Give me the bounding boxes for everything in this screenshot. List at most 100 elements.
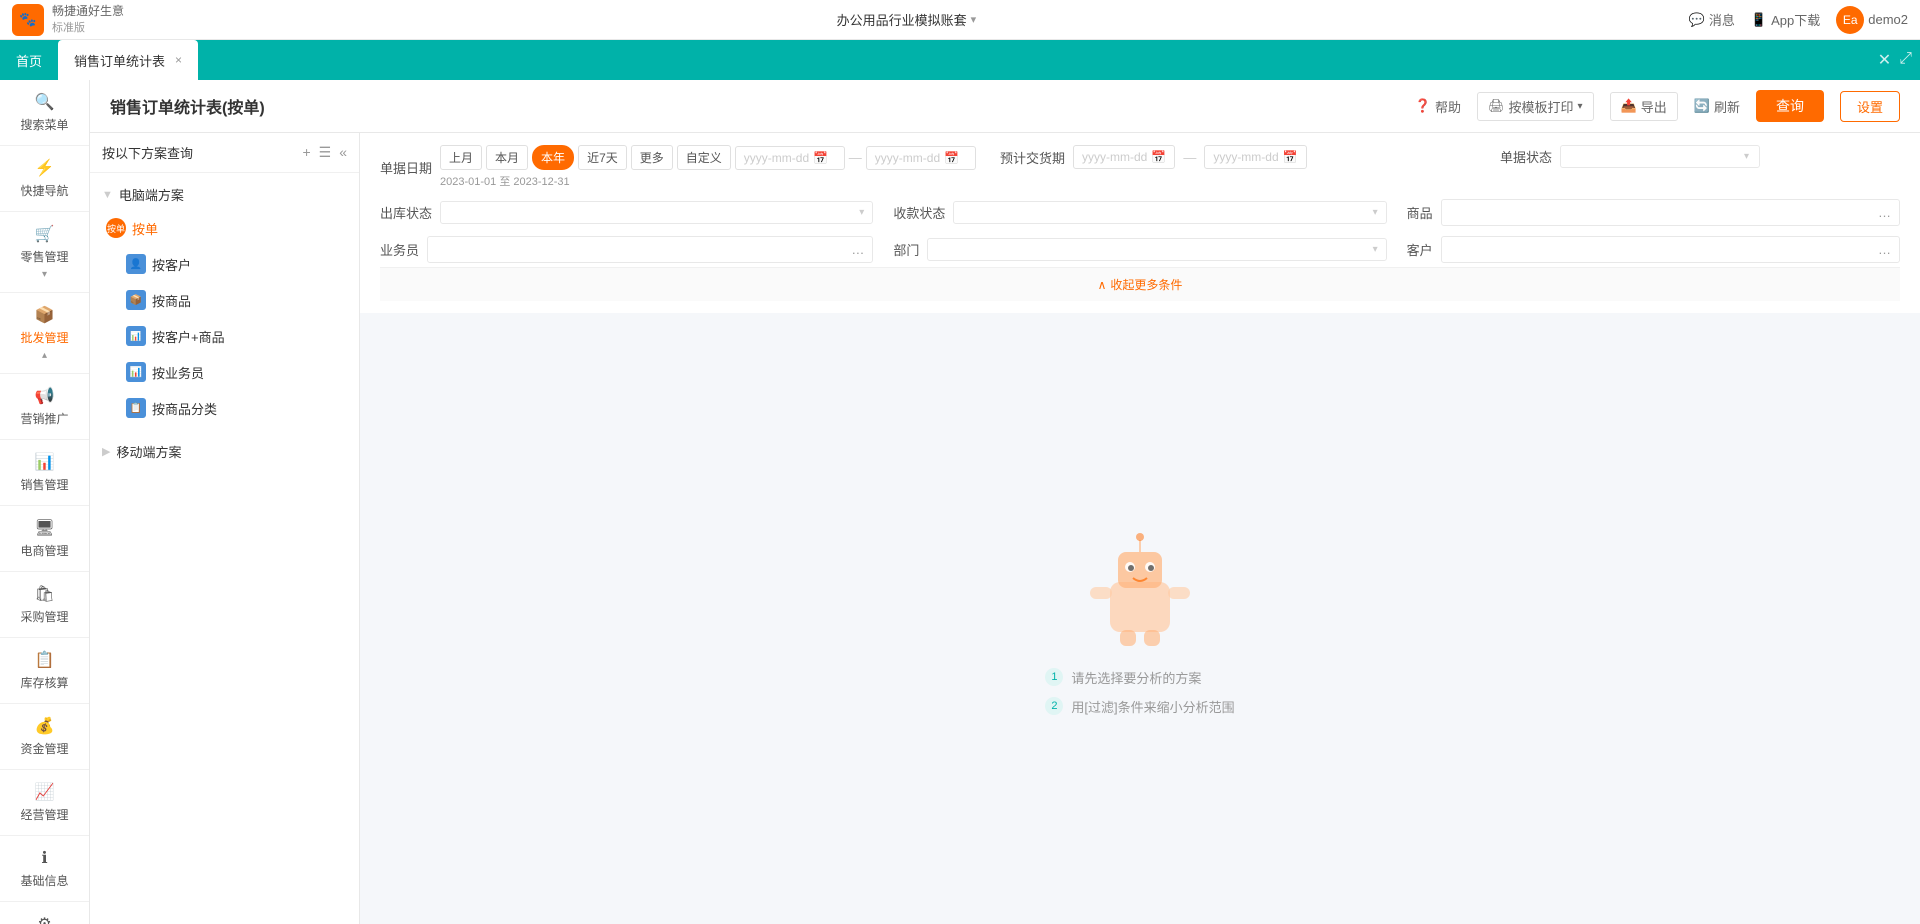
sidebar-item-quicknav[interactable]: ⚡ 快捷导航 [0,146,89,212]
tree-section-desktop: ▼ 电脑端方案 按单 按单 👤 按客户 📦 按商品 [90,173,359,432]
salesman-select[interactable]: … [427,236,873,263]
date-custom-btn[interactable]: 自定义 [677,145,731,170]
right-area: 单据日期 上月 本月 本年 近7天 更多 自定义 [360,133,1920,924]
export-button[interactable]: 📤 导出 [1610,92,1678,121]
tab-sales-order[interactable]: 销售订单统计表 × [58,40,198,80]
tree-item-by-salesman[interactable]: 📊 按业务员 [90,354,359,390]
customer-ellipsis-icon[interactable]: … [1878,242,1891,257]
sidebar-item-sales[interactable]: 📊 销售管理 [0,440,89,506]
tree-item-by-order[interactable]: 按单 按单 [90,210,359,246]
menu-scheme-icon[interactable]: ☰ [319,144,332,161]
tree-item-by-category[interactable]: 📋 按商品分类 [90,390,359,426]
goods-group: 商品 … [1407,199,1900,226]
tree-mobile-expand-icon[interactable]: ▶ [102,445,110,458]
help-button[interactable]: ❓ 帮助 [1415,97,1461,116]
salesman-ellipsis-icon[interactable]: … [851,242,864,257]
sidebar-finance-label: 资金管理 [20,740,68,757]
out-status-select[interactable]: ▾ [440,201,873,224]
brand-sub: 标准版 [52,19,124,35]
tab-bar-actions: ✕ ⤢ [1878,50,1920,70]
sidebar-item-basic-info[interactable]: ℹ 基础信息 [0,836,89,902]
sidebar-item-retail[interactable]: 🛒 零售管理 ▾ [0,212,89,293]
top-center-title[interactable]: 办公用品行业模拟账套 ▾ [837,10,977,29]
exp-from-cal-icon[interactable]: 📅 [1151,150,1166,164]
mobile-section-label: 移动端方案 [116,442,181,461]
download-icon: 📱 [1751,12,1767,28]
tree-item-by-customer-goods[interactable]: 📊 按客户+商品 [90,318,359,354]
expected-date-from-input[interactable]: yyyy-mm-dd 📅 [1073,145,1175,169]
setting-button[interactable]: 设置 [1840,91,1900,122]
date-last-month-btn[interactable]: 上月 [440,145,482,170]
tree-group-desktop: ▼ 电脑端方案 [90,179,359,210]
date-7days-btn[interactable]: 近7天 [578,145,627,170]
date-more-btn[interactable]: 更多 [631,145,673,170]
goods-select[interactable]: … [1441,199,1900,226]
message-button[interactable]: 💬 消息 [1689,10,1735,29]
filter-docstatus-group: 单据状态 ▾ [1500,145,1900,168]
sidebar-item-system[interactable]: ⚙ 系统管理 [0,902,89,924]
export-icon: 📤 [1621,98,1637,114]
date-from-calendar-icon[interactable]: 📅 [813,151,828,165]
filter-row-2: 出库状态 ▾ 收款状态 ▾ [380,199,1900,226]
sidebar-item-search[interactable]: 🔍 搜索菜单 [0,80,89,146]
dept-select[interactable]: ▾ [927,238,1386,261]
filter-expected-date-group: 预计交货期 yyyy-mm-dd 📅 — yyyy-mm-dd 📅 [1000,145,1480,169]
tree-customer-icon: 👤 [126,254,146,274]
date-this-month-btn[interactable]: 本月 [486,145,528,170]
collapse-panel-icon[interactable]: « [339,144,347,161]
add-scheme-icon[interactable]: + [302,144,310,161]
expected-date-to-input[interactable]: yyyy-mm-dd 📅 [1204,145,1306,169]
empty-illustration [1070,522,1210,652]
exp-to-cal-icon[interactable]: 📅 [1283,150,1298,164]
print-icon: 🖨 [1488,98,1505,114]
sidebar-item-purchase[interactable]: 🛍 采购管理 [0,572,89,638]
filter-date-group: 单据日期 上月 本月 本年 近7天 更多 自定义 [380,145,980,189]
tree-salesman-icon: 📊 [126,362,146,382]
sidebar-sales-label: 销售管理 [20,476,68,493]
tab-close-icon[interactable]: × [175,53,182,67]
sidebar-item-wholesale[interactable]: 📦 批发管理 ▴ [0,293,89,374]
date-to-calendar-icon[interactable]: 📅 [944,151,959,165]
avatar-text: Ea [1843,13,1858,27]
doc-status-select[interactable]: ▾ [1560,145,1760,168]
sidebar-item-finance[interactable]: 💰 资金管理 [0,704,89,770]
window-expand-icon[interactable]: ⤢ [1899,50,1912,70]
print-arrow-icon: ▾ [1578,101,1583,112]
sidebar-item-inventory[interactable]: 📋 库存核算 [0,638,89,704]
filter-row-3: 业务员 … 部门 ▾ [380,236,1900,263]
user-menu[interactable]: Ea demo2 [1836,6,1908,34]
window-close-icon[interactable]: ✕ [1878,50,1891,70]
sidebar-item-ecommerce[interactable]: 🖥 电商管理 [0,506,89,572]
tree-customer-label: 按客户 [152,255,191,274]
date-this-year-btn[interactable]: 本年 [532,145,574,170]
marketing-icon: 📢 [35,386,55,406]
pay-status-group: 收款状态 ▾ [893,201,1386,224]
panel-header-icons: + ☰ « [302,144,347,161]
query-button[interactable]: 查询 [1756,90,1824,122]
left-panel: 按以下方案查询 + ☰ « ▼ 电脑端方案 按单 按单 [90,133,360,924]
panel-header: 按以下方案查询 + ☰ « [90,133,359,173]
out-status-chevron-icon: ▾ [859,207,864,218]
hint-1-num: 1 [1045,668,1063,686]
app-download-button[interactable]: 📱 App下载 [1751,10,1820,29]
tab-home[interactable]: 首页 [0,40,58,80]
date-to-input[interactable]: yyyy-mm-dd 📅 [866,146,976,170]
refresh-button[interactable]: 🔄 刷新 [1694,97,1740,116]
tree-expand-icon[interactable]: ▼ [102,189,113,201]
finance-icon: 💰 [35,716,55,736]
company-arrow-icon[interactable]: ▾ [971,13,977,26]
tree-order-label: 按单 [132,219,158,238]
print-button[interactable]: 🖨 按模板打印 ▾ [1477,92,1594,121]
customer-select[interactable]: … [1441,236,1900,263]
collapse-bar[interactable]: ∧ 收起更多条件 [380,267,1900,301]
dept-label: 部门 [893,240,919,259]
tree-item-by-goods[interactable]: 📦 按商品 [90,282,359,318]
tree-item-by-customer[interactable]: 👤 按客户 [90,246,359,282]
date-from-input[interactable]: yyyy-mm-dd 📅 [735,146,845,170]
company-title: 办公用品行业模拟账套 [837,10,967,29]
sidebar-item-operations[interactable]: 📈 经营管理 [0,770,89,836]
goods-ellipsis-icon[interactable]: … [1878,205,1891,220]
pay-status-select[interactable]: ▾ [953,201,1386,224]
message-label: 消息 [1709,10,1735,29]
sidebar-item-marketing[interactable]: 📢 营销推广 [0,374,89,440]
